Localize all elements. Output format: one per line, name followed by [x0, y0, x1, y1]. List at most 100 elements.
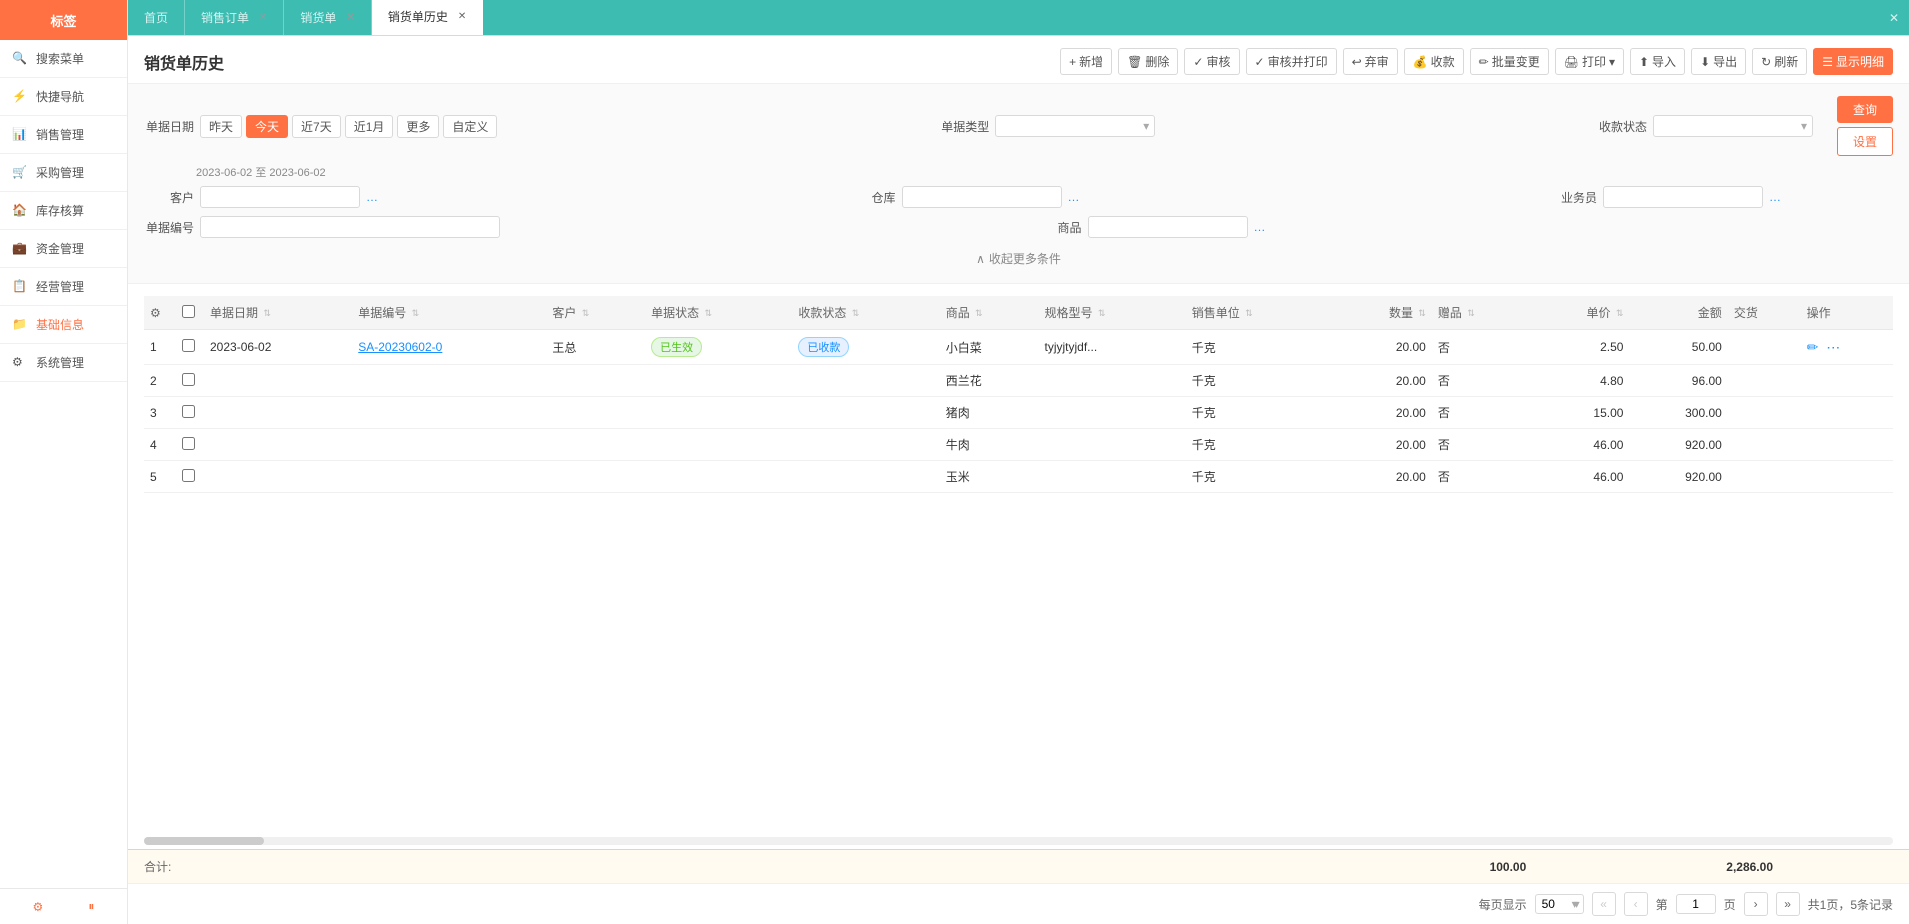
- page-last-btn[interactable]: »: [1776, 892, 1800, 916]
- customer-dots[interactable]: …: [366, 190, 378, 204]
- th-doc-no[interactable]: 单据编号 ⇅: [352, 296, 546, 330]
- sidebar-item-system[interactable]: ⚙ 系统管理: [0, 344, 127, 382]
- unapprove-button[interactable]: ↩ 弃审: [1343, 48, 1398, 75]
- th-amount[interactable]: 金额: [1629, 296, 1727, 330]
- cell-date: [204, 365, 352, 397]
- th-gear[interactable]: ⚙: [144, 296, 176, 330]
- import-button[interactable]: ⬆ 导入: [1630, 48, 1685, 75]
- tab-sales-order-close[interactable]: ✕: [259, 12, 267, 23]
- sidebar-item-nav[interactable]: ⚡ 快捷导航: [0, 78, 127, 116]
- row-checkbox[interactable]: [182, 437, 195, 450]
- print-button[interactable]: 🖨 打印 ▾: [1555, 48, 1624, 75]
- cell-doc-status: [645, 365, 792, 397]
- row-checkbox[interactable]: [182, 373, 195, 386]
- cell-gift: 否: [1432, 330, 1531, 365]
- cell-delivery: [1728, 365, 1801, 397]
- goods-dots[interactable]: …: [1254, 220, 1266, 234]
- edit-icon[interactable]: ✏: [1807, 339, 1819, 356]
- pay-status-select[interactable]: [1653, 115, 1813, 137]
- cell-amount: 300.00: [1629, 397, 1727, 429]
- date-1month-btn[interactable]: 近1月: [345, 115, 394, 138]
- doc-type-select[interactable]: [995, 115, 1155, 137]
- sidebar-item-management[interactable]: 📋 经营管理: [0, 268, 127, 306]
- page-next-btn[interactable]: ›: [1744, 892, 1768, 916]
- th-pay-status[interactable]: 收款状态 ⇅: [792, 296, 939, 330]
- show-detail-button[interactable]: ☰ 显示明细: [1813, 48, 1893, 75]
- cell-unit: 千克: [1186, 365, 1333, 397]
- delete-button[interactable]: 🗑 删除: [1118, 48, 1178, 75]
- add-button[interactable]: + 新增: [1060, 48, 1112, 75]
- horizontal-scrollbar[interactable]: [144, 837, 1893, 845]
- sort-docno-icon: ⇅: [412, 308, 420, 318]
- sidebar-collapse-btn[interactable]: ⏸: [88, 899, 94, 914]
- th-gift[interactable]: 赠品 ⇅: [1432, 296, 1531, 330]
- sidebar-item-finance[interactable]: 💼 资金管理: [0, 230, 127, 268]
- collapse-filter-btn[interactable]: ∧ 收起更多条件: [144, 246, 1893, 271]
- salesperson-input[interactable]: [1603, 186, 1763, 208]
- refresh-button[interactable]: ↻ 刷新: [1752, 48, 1807, 75]
- date-more-btn[interactable]: 更多: [397, 115, 439, 138]
- warehouse-input[interactable]: [902, 186, 1062, 208]
- sidebar-item-inventory[interactable]: 🏠 库存核算: [0, 192, 127, 230]
- toolbar: + 新增 🗑 删除 ✓ 审核 ✓ 审核并打印 ↩ 弃审: [1060, 48, 1893, 75]
- per-page-select[interactable]: 50 100: [1535, 894, 1584, 914]
- tab-sale-history-close[interactable]: ✕: [458, 11, 466, 22]
- customer-input[interactable]: [200, 186, 360, 208]
- th-unit[interactable]: 销售单位 ⇅: [1186, 296, 1333, 330]
- row-checkbox[interactable]: [182, 469, 195, 482]
- th-date[interactable]: 单据日期 ⇅: [204, 296, 352, 330]
- warehouse-dots[interactable]: …: [1068, 190, 1080, 204]
- filter-customer: 客户 …: [144, 186, 378, 208]
- tabs-close-all[interactable]: ✕: [1889, 11, 1909, 25]
- date-yesterday-btn[interactable]: 昨天: [200, 115, 242, 138]
- cell-amount: 920.00: [1629, 461, 1727, 493]
- th-price[interactable]: 单价 ⇅: [1531, 296, 1630, 330]
- doc-no-link[interactable]: SA-20230602-0: [358, 340, 442, 354]
- date-today-btn[interactable]: 今天: [246, 115, 288, 138]
- sidebar-item-purchase[interactable]: 🛒 采购管理: [0, 154, 127, 192]
- tab-sales-order[interactable]: 销售订单 ✕: [185, 0, 284, 35]
- th-doc-status[interactable]: 单据状态 ⇅: [645, 296, 792, 330]
- approve-button[interactable]: ✓ 审核: [1184, 48, 1239, 75]
- cell-pay-status: [792, 461, 939, 493]
- sidebar-settings-btn[interactable]: ⚙: [33, 900, 44, 914]
- date-7days-btn[interactable]: 近7天: [292, 115, 341, 138]
- select-all-checkbox[interactable]: [182, 305, 195, 318]
- batch-change-button[interactable]: ✏ 批量变更: [1470, 48, 1549, 75]
- cell-date: [204, 397, 352, 429]
- date-custom-btn[interactable]: 自定义: [443, 115, 497, 138]
- page-number-input[interactable]: [1676, 894, 1716, 914]
- row-checkbox[interactable]: [182, 339, 195, 352]
- filter-row-3: 单据编号 商品 …: [144, 216, 1893, 238]
- salesperson-dots[interactable]: …: [1769, 190, 1781, 204]
- sidebar-item-search[interactable]: 🔍 搜索菜单: [0, 40, 127, 78]
- th-customer[interactable]: 客户 ⇅: [546, 296, 645, 330]
- table-footer: 合计: 100.00 2,286.00: [128, 849, 1909, 883]
- query-button[interactable]: 查询: [1837, 96, 1893, 123]
- tab-sale-doc-close[interactable]: ✕: [346, 12, 354, 23]
- page-prev-btn[interactable]: ‹: [1624, 892, 1648, 916]
- tab-sale-doc[interactable]: 销货单 ✕: [284, 0, 371, 35]
- filter-settings-button[interactable]: 设置: [1837, 127, 1893, 156]
- tab-home[interactable]: 首页: [128, 0, 185, 35]
- cell-gift: 否: [1432, 461, 1531, 493]
- approve-print-button[interactable]: ✓ 审核并打印: [1246, 48, 1337, 75]
- tab-sale-history[interactable]: 销货单历史 ✕: [372, 0, 483, 35]
- th-spec[interactable]: 规格型号 ⇅: [1038, 296, 1185, 330]
- th-qty[interactable]: 数量 ⇅: [1333, 296, 1432, 330]
- payment-button[interactable]: 💰 收款: [1404, 48, 1464, 75]
- th-goods[interactable]: 商品 ⇅: [940, 296, 1039, 330]
- more-icon[interactable]: ⋯: [1826, 339, 1840, 356]
- customer-label: 客户: [144, 189, 194, 206]
- row-checkbox[interactable]: [182, 405, 195, 418]
- date-label: 单据日期: [144, 118, 194, 135]
- cell-spec: [1038, 461, 1185, 493]
- export-button[interactable]: ⬇ 导出: [1691, 48, 1746, 75]
- sort-spec-icon: ⇅: [1098, 308, 1106, 318]
- goods-input[interactable]: [1088, 216, 1248, 238]
- doc-no-input[interactable]: [200, 216, 500, 238]
- page-first-btn[interactable]: «: [1592, 892, 1616, 916]
- scrollbar-thumb: [144, 837, 264, 845]
- sidebar-item-info[interactable]: 📁 基础信息: [0, 306, 127, 344]
- sidebar-item-sales[interactable]: 📊 销售管理: [0, 116, 127, 154]
